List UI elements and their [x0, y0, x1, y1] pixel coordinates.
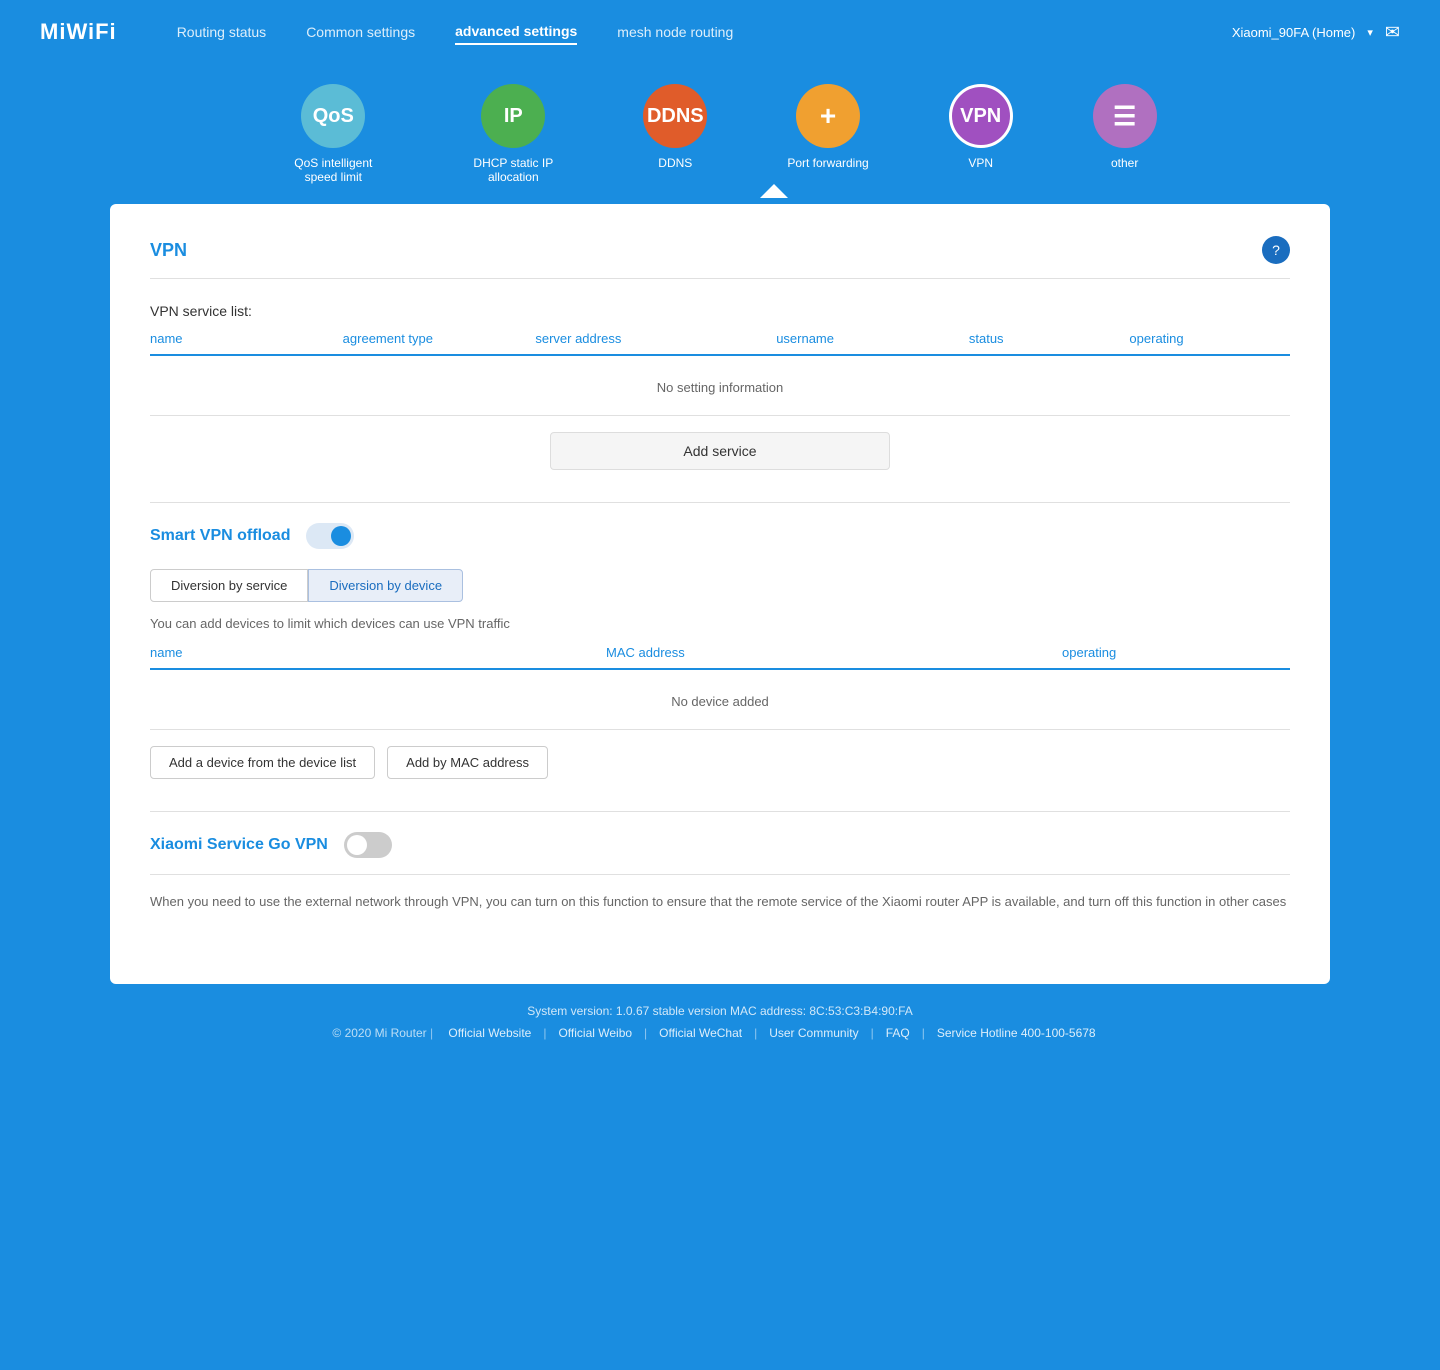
- other-icon: ☰: [1093, 84, 1157, 148]
- add-device-from-list-button[interactable]: Add a device from the device list: [150, 746, 375, 779]
- arrow-indicator: [760, 184, 788, 198]
- smart-vpn-section: Smart VPN offload Diversion by service D…: [150, 502, 1290, 779]
- xiaomi-toggle-knob: [347, 835, 367, 855]
- tab-description: You can add devices to limit which devic…: [150, 616, 1290, 631]
- col-name: name: [150, 331, 343, 346]
- toggle-knob: [331, 526, 351, 546]
- col-operating: operating: [1129, 331, 1290, 346]
- user-name[interactable]: Xiaomi_90FA (Home): [1232, 25, 1356, 40]
- qos-icon: QoS: [301, 84, 365, 148]
- footer: System version: 1.0.67 stable version MA…: [0, 984, 1440, 1060]
- icon-item-vpn[interactable]: VPN VPN: [949, 84, 1013, 184]
- portfwd-label: Port forwarding: [787, 156, 868, 170]
- nav-common-settings[interactable]: Common settings: [306, 20, 415, 44]
- vpn-table-header: name agreement type server address usern…: [150, 331, 1290, 356]
- xiaomi-vpn-section: Xiaomi Service Go VPN When you need to u…: [150, 811, 1290, 913]
- vpn-section-header: VPN ?: [150, 236, 1290, 279]
- diversion-tabs: Diversion by service Diversion by device: [150, 569, 1290, 602]
- vpn-icon: VPN: [949, 84, 1013, 148]
- device-table-header: name MAC address operating: [150, 645, 1290, 670]
- nav-right: Xiaomi_90FA (Home) ▾ ✉: [1232, 22, 1400, 43]
- add-by-mac-button[interactable]: Add by MAC address: [387, 746, 548, 779]
- device-add-buttons: Add a device from the device list Add by…: [150, 746, 1290, 779]
- footer-links: © 2020 Mi Router | Official Website | Of…: [40, 1026, 1400, 1040]
- nav-mesh-node-routing[interactable]: mesh node routing: [617, 20, 733, 44]
- device-col-mac: MAC address: [606, 645, 1062, 660]
- footer-service-hotline[interactable]: Service Hotline 400-100-5678: [925, 1026, 1108, 1040]
- footer-copyright: © 2020 Mi Router: [332, 1026, 426, 1040]
- other-label: other: [1111, 156, 1138, 170]
- device-col-name: name: [150, 645, 606, 660]
- smart-vpn-title: Smart VPN offload: [150, 527, 290, 545]
- xiaomi-vpn-title: Xiaomi Service Go VPN: [150, 836, 328, 854]
- ddns-label: DDNS: [658, 156, 692, 170]
- chevron-down-icon: ▾: [1367, 26, 1373, 39]
- xiaomi-vpn-header: Xiaomi Service Go VPN: [150, 832, 1290, 875]
- icon-item-ddns[interactable]: DDNS DDNS: [643, 84, 707, 184]
- icon-item-ip[interactable]: IP DHCP static IP allocation: [463, 84, 563, 184]
- vpn-empty-message: No setting information: [150, 360, 1290, 416]
- footer-official-weibo[interactable]: Official Weibo: [546, 1026, 644, 1040]
- xiaomi-vpn-description: When you need to use the external networ…: [150, 891, 1290, 913]
- vpn-service-list-label: VPN service list:: [150, 303, 1290, 319]
- logo: MiWiFi: [40, 19, 117, 45]
- mail-icon[interactable]: ✉: [1385, 22, 1400, 43]
- nav-routing-status[interactable]: Routing status: [177, 20, 267, 44]
- footer-user-community[interactable]: User Community: [757, 1026, 870, 1040]
- icon-item-qos[interactable]: QoS QoS intelligent speed limit: [283, 84, 383, 184]
- help-button[interactable]: ?: [1262, 236, 1290, 264]
- portfwd-icon: +: [796, 84, 860, 148]
- main-content: VPN ? VPN service list: name agreement t…: [110, 204, 1330, 984]
- footer-official-website[interactable]: Official Website: [436, 1026, 543, 1040]
- smart-vpn-toggle[interactable]: [306, 523, 354, 549]
- tab-diversion-by-service[interactable]: Diversion by service: [150, 569, 308, 602]
- device-col-operating: operating: [1062, 645, 1290, 660]
- ip-icon: IP: [481, 84, 545, 148]
- xiaomi-vpn-toggle[interactable]: [344, 832, 392, 858]
- arrow-indicator-row: [0, 184, 1440, 204]
- main-nav: Routing status Common settings advanced …: [177, 19, 1400, 45]
- device-empty-message: No device added: [150, 674, 1290, 730]
- col-agreement-type: agreement type: [343, 331, 536, 346]
- qos-label: QoS intelligent speed limit: [283, 156, 383, 184]
- vpn-title: VPN: [150, 240, 187, 261]
- icon-item-portfwd[interactable]: + Port forwarding: [787, 84, 868, 184]
- icon-item-other[interactable]: ☰ other: [1093, 84, 1157, 184]
- footer-version: System version: 1.0.67 stable version MA…: [40, 1004, 1400, 1018]
- ddns-icon: DDNS: [643, 84, 707, 148]
- col-username: username: [776, 331, 969, 346]
- col-status: status: [969, 331, 1130, 346]
- icons-row: QoS QoS intelligent speed limit IP DHCP …: [0, 64, 1440, 184]
- smart-vpn-header: Smart VPN offload: [150, 523, 1290, 549]
- nav-advanced-settings[interactable]: advanced settings: [455, 19, 577, 45]
- footer-official-wechat[interactable]: Official WeChat: [647, 1026, 754, 1040]
- footer-faq[interactable]: FAQ: [874, 1026, 922, 1040]
- col-server-address: server address: [535, 331, 776, 346]
- header: MiWiFi Routing status Common settings ad…: [0, 0, 1440, 64]
- vpn-label: VPN: [968, 156, 993, 170]
- tab-diversion-by-device[interactable]: Diversion by device: [308, 569, 463, 602]
- add-service-button[interactable]: Add service: [550, 432, 890, 470]
- ip-label: DHCP static IP allocation: [463, 156, 563, 184]
